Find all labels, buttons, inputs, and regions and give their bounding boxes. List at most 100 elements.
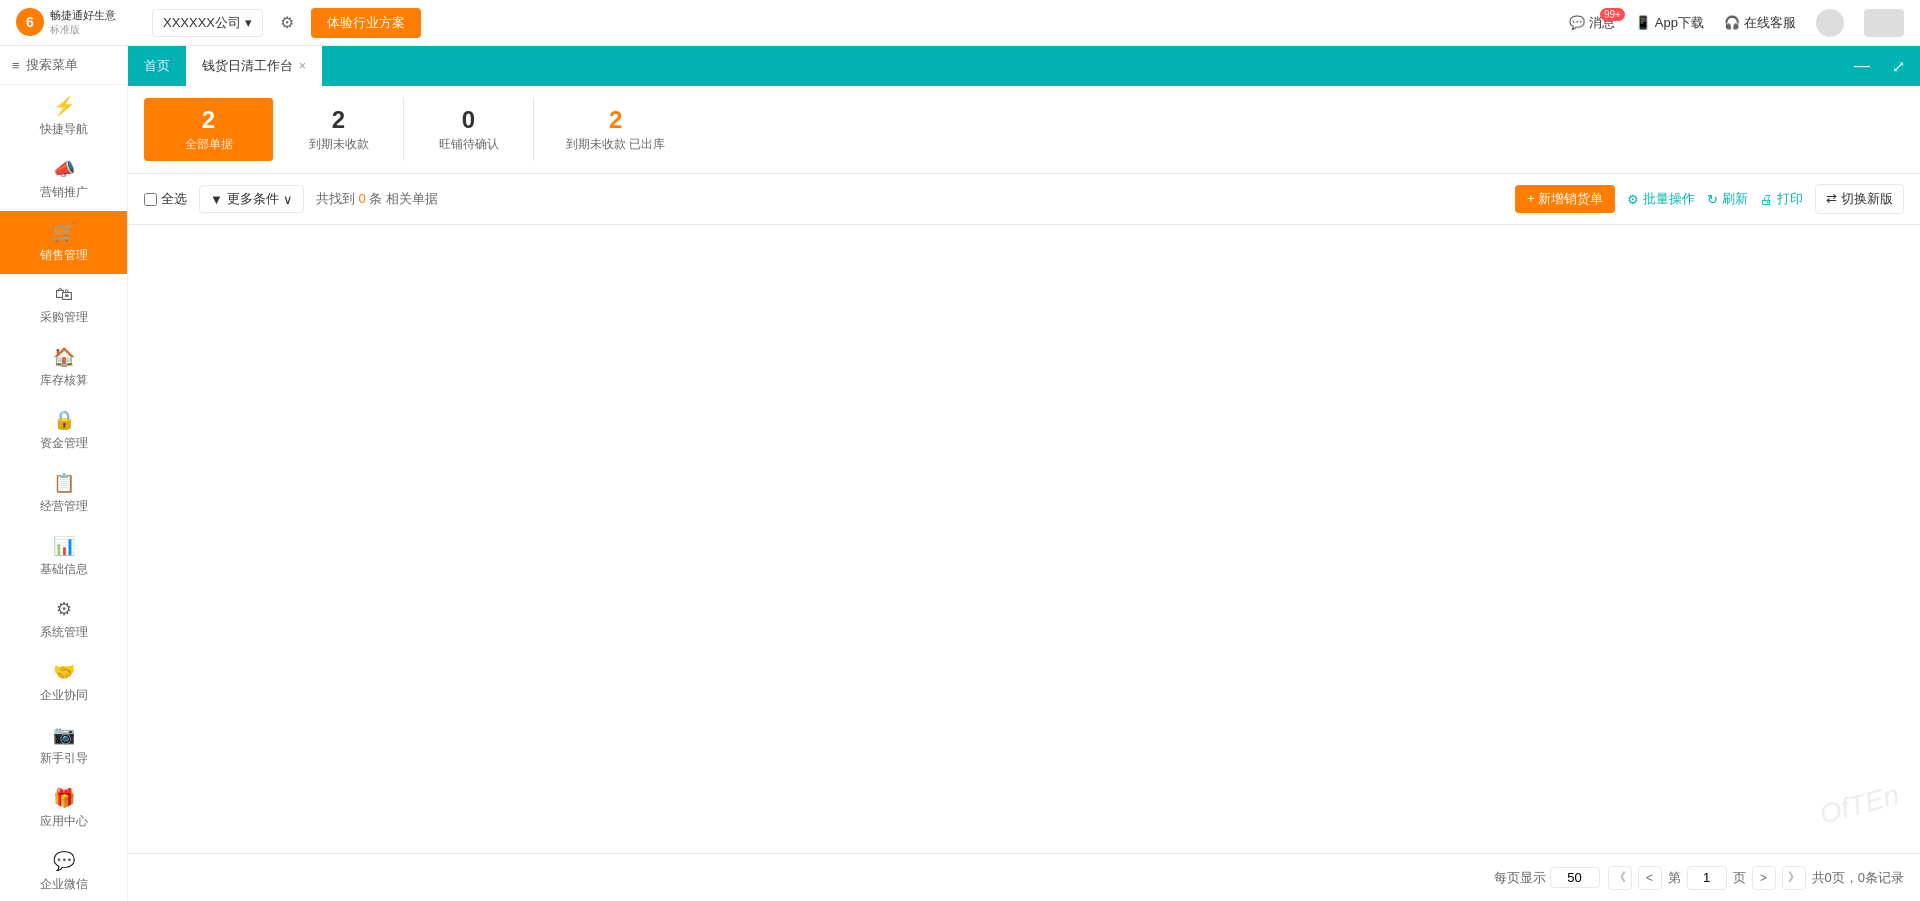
stat-card-pending[interactable]: 0 旺铺待确认 (404, 98, 534, 161)
filter-button[interactable]: ▼ 更多条件 ∨ (199, 185, 304, 213)
sales-icon: 🛒 (53, 221, 75, 243)
stat-label-overdue: 到期未收款 (309, 136, 369, 153)
filter-arrow: ∨ (283, 192, 293, 207)
guide-icon: 📷 (53, 724, 75, 746)
sidebar-item-label: 营销推广 (40, 184, 88, 201)
sidebar-item-label: 经营管理 (40, 498, 88, 515)
cooperation-icon: 🤝 (53, 661, 75, 683)
top-header: 6 畅捷通好生意 标准版 XXXXXX公司 ▾ ⚙ 体验行业方案 💬 消息 99… (0, 0, 1920, 46)
service-icon: 🎧 (1724, 15, 1740, 30)
page-nav: 《 < 第 页 > 》 共0页，0条记录 (1608, 866, 1904, 890)
select-all-label: 全选 (161, 190, 187, 208)
settings-button[interactable]: ⚙ (271, 7, 303, 39)
new-order-button[interactable]: + 新增销货单 (1515, 185, 1616, 213)
tab-close-icon[interactable]: × (299, 59, 306, 73)
sidebar-search[interactable]: ≡ 搜索菜单 (0, 46, 127, 85)
sidebar-item-label: 企业协同 (40, 687, 88, 704)
prev-page-button[interactable]: < (1638, 866, 1662, 890)
last-page-button[interactable]: 》 (1782, 866, 1806, 890)
toolbar-right: + 新增销货单 ⚙ 批量操作 ↻ 刷新 🖨 打印 ⇄ 切换新版 (1515, 184, 1904, 214)
stat-card-overdue[interactable]: 2 到期未收款 (274, 98, 404, 161)
sidebar-item-label: 库存核算 (40, 372, 88, 389)
print-icon: 🖨 (1760, 192, 1773, 207)
user-info[interactable] (1864, 9, 1904, 37)
minus-icon: — (1854, 57, 1870, 75)
first-page-button[interactable]: 《 (1608, 866, 1632, 890)
purchase-icon: 🛍 (55, 284, 73, 305)
logo-area: 6 畅捷通好生意 标准版 (16, 8, 144, 36)
tab-bar: 首页 钱货日清工作台 × — ⤢ (128, 46, 1920, 86)
count-info: 共找到 0 条 相关单据 (316, 190, 438, 208)
sidebar: ≡ 搜索菜单 ⚡ 快捷导航 📣 营销推广 🛒 销售管理 🛍 采购管理 🏠 库存核… (0, 46, 128, 901)
logo-icon: 6 (16, 8, 44, 36)
switch-version-button[interactable]: ⇄ 切换新版 (1815, 184, 1904, 214)
switch-label: 切换新版 (1841, 191, 1893, 206)
main-content: 2 全部单据 2 到期未收款 0 旺铺待确认 2 到期未收款 已出库 全选 (128, 86, 1920, 901)
message-action[interactable]: 💬 消息 99+ (1569, 14, 1615, 32)
header-left: 6 畅捷通好生意 标准版 XXXXXX公司 ▾ ⚙ 体验行业方案 (16, 7, 421, 39)
refresh-icon: ↻ (1707, 192, 1718, 207)
sidebar-item-quick-nav[interactable]: ⚡ 快捷导航 (0, 85, 127, 148)
search-icon: ≡ (12, 58, 20, 73)
sidebar-item-basic[interactable]: 📊 基础信息 (0, 525, 127, 588)
sidebar-item-app-center[interactable]: 🎁 应用中心 (0, 777, 127, 840)
sidebar-item-label: 企业微信 (40, 876, 88, 893)
print-button[interactable]: 🖨 打印 (1760, 190, 1803, 208)
sidebar-item-marketing[interactable]: 📣 营销推广 (0, 148, 127, 211)
sidebar-item-finance[interactable]: 🔒 资金管理 (0, 399, 127, 462)
stat-card-shipped[interactable]: 2 到期未收款 已出库 (534, 98, 697, 161)
batch-button[interactable]: ⚙ 批量操作 (1627, 190, 1695, 208)
page-size-input[interactable] (1550, 867, 1600, 888)
count-unit: 条 (369, 191, 382, 206)
count-value: 0 (359, 191, 366, 206)
sidebar-item-guide[interactable]: 📷 新手引导 (0, 714, 127, 777)
logo-name: 畅捷通好生意 (50, 8, 116, 22)
sidebar-item-sales[interactable]: 🛒 销售管理 (0, 211, 127, 274)
dropdown-icon: ▾ (245, 15, 252, 30)
tab-home-label: 首页 (144, 57, 170, 75)
trial-button[interactable]: 体验行业方案 (311, 8, 421, 38)
company-selector[interactable]: XXXXXX公司 ▾ (152, 9, 263, 37)
related-label: 相关单据 (386, 191, 438, 206)
refresh-button[interactable]: ↻ 刷新 (1707, 190, 1748, 208)
maximize-button[interactable]: ⤢ (1884, 52, 1912, 80)
stat-label-shipped: 到期未收款 已出库 (566, 136, 665, 153)
sidebar-item-wechat[interactable]: 💬 企业微信 (0, 840, 127, 901)
stat-number-pending: 0 (462, 106, 475, 134)
sidebar-item-system[interactable]: ⚙ 系统管理 (0, 588, 127, 651)
filter-label: 更多条件 (227, 190, 279, 208)
sidebar-item-label: 资金管理 (40, 435, 88, 452)
app-download-action[interactable]: 📱 App下载 (1635, 14, 1704, 32)
stats-cards: 2 全部单据 2 到期未收款 0 旺铺待确认 2 到期未收款 已出库 (128, 86, 1920, 174)
marketing-icon: 📣 (53, 158, 75, 180)
print-label: 打印 (1777, 190, 1803, 208)
sidebar-item-label: 新手引导 (40, 750, 88, 767)
page-number-input[interactable] (1687, 866, 1727, 890)
sidebar-item-purchase[interactable]: 🛍 采购管理 (0, 274, 127, 336)
quick-nav-icon: ⚡ (53, 95, 75, 117)
logo-sub: 标准版 (50, 23, 116, 37)
sidebar-item-label: 销售管理 (40, 247, 88, 264)
sidebar-item-label: 采购管理 (40, 309, 88, 326)
sidebar-item-operation[interactable]: 📋 经营管理 (0, 462, 127, 525)
minimize-button[interactable]: — (1848, 52, 1876, 80)
online-service-action[interactable]: 🎧 在线客服 (1724, 14, 1796, 32)
download-icon: 📱 (1635, 15, 1651, 30)
prev-page-icon: < (1646, 871, 1653, 885)
wechat-icon: 💬 (53, 850, 75, 872)
stat-card-all[interactable]: 2 全部单据 (144, 98, 274, 161)
next-page-button[interactable]: > (1752, 866, 1776, 890)
sidebar-item-cooperation[interactable]: 🤝 企业协同 (0, 651, 127, 714)
tab-home[interactable]: 首页 (128, 46, 186, 86)
sidebar-item-inventory[interactable]: 🏠 库存核算 (0, 336, 127, 399)
tab-qrjq[interactable]: 钱货日清工作台 × (186, 46, 322, 86)
table-area (128, 225, 1920, 853)
message-badge: 99+ (1600, 8, 1625, 21)
switch-icon: ⇄ (1826, 191, 1837, 206)
select-all-input[interactable] (144, 193, 157, 206)
layout: ≡ 搜索菜单 ⚡ 快捷导航 📣 营销推广 🛒 销售管理 🛍 采购管理 🏠 库存核… (0, 86, 1920, 901)
pagination: 每页显示 《 < 第 页 > 》 共0页，0条记录 (128, 853, 1920, 901)
system-icon: ⚙ (56, 598, 72, 620)
avatar[interactable] (1816, 9, 1844, 37)
select-all-checkbox[interactable]: 全选 (144, 190, 187, 208)
